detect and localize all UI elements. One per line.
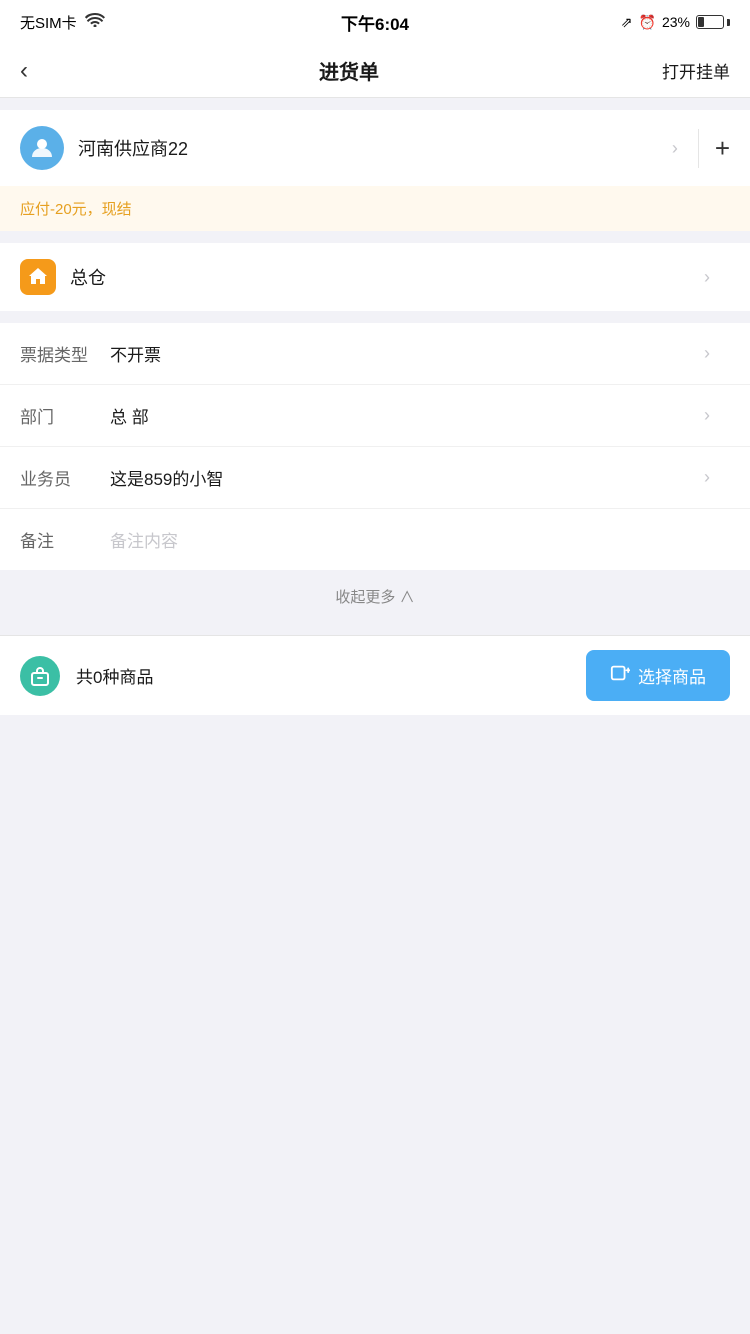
staff-label: 业务员 bbox=[20, 465, 110, 490]
alarm-icon: ⏰ bbox=[639, 14, 656, 31]
department-label: 部门 bbox=[20, 403, 110, 428]
battery-icon bbox=[696, 15, 730, 29]
section-gap-4 bbox=[0, 623, 750, 635]
staff-row[interactable]: 业务员 这是859的小智 › bbox=[0, 447, 750, 509]
staff-value: 这是859的小智 bbox=[110, 465, 704, 490]
form-section: 票据类型 不开票 › 部门 总 部 › 业务员 这是859的小智 › 备注 备注… bbox=[0, 323, 750, 570]
status-bar-time: 下午6:04 bbox=[341, 10, 409, 35]
page-footer bbox=[0, 715, 750, 995]
section-gap-1 bbox=[0, 98, 750, 110]
note-label: 备注 bbox=[20, 527, 110, 552]
department-row[interactable]: 部门 总 部 › bbox=[0, 385, 750, 447]
carrier-text: 无SIM卡 bbox=[20, 12, 77, 33]
product-count-icon bbox=[20, 656, 60, 696]
warehouse-row[interactable]: 总仓 › bbox=[0, 243, 750, 311]
department-value: 总 部 bbox=[110, 403, 704, 428]
select-product-button[interactable]: 选择商品 bbox=[586, 650, 730, 701]
ticket-type-value: 不开票 bbox=[110, 341, 704, 366]
supplier-avatar bbox=[20, 126, 64, 170]
warehouse-name: 总仓 bbox=[70, 264, 704, 290]
note-row[interactable]: 备注 备注内容 bbox=[0, 509, 750, 570]
warehouse-chevron-icon: › bbox=[704, 267, 710, 288]
supplier-section: 河南供应商22 › + 应付-20元，现结 bbox=[0, 110, 750, 231]
collapse-bar[interactable]: 收起更多 ∧ bbox=[0, 570, 750, 623]
status-bar-left: 无SIM卡 bbox=[20, 12, 105, 33]
staff-chevron-icon: › bbox=[704, 467, 710, 488]
ticket-type-label: 票据类型 bbox=[20, 341, 110, 366]
wifi-icon bbox=[85, 13, 105, 31]
status-bar-right: ⇗ ⏰ 23% bbox=[621, 14, 730, 31]
supplier-chevron-icon: › bbox=[672, 138, 678, 159]
product-count-text: 共0种商品 bbox=[76, 663, 570, 688]
notice-text: 应付-20元，现结 bbox=[20, 201, 132, 218]
ticket-type-row[interactable]: 票据类型 不开票 › bbox=[0, 323, 750, 385]
open-pending-button[interactable]: 打开挂单 bbox=[662, 58, 730, 83]
select-product-label: 选择商品 bbox=[638, 663, 706, 688]
bottom-bar: 共0种商品 选择商品 bbox=[0, 635, 750, 715]
supplier-name: 河南供应商22 bbox=[78, 135, 672, 161]
page-title: 进货单 bbox=[319, 56, 379, 85]
section-gap-2 bbox=[0, 231, 750, 243]
department-chevron-icon: › bbox=[704, 405, 710, 426]
add-button[interactable]: + bbox=[698, 129, 730, 168]
section-gap-3 bbox=[0, 311, 750, 323]
supplier-row[interactable]: 河南供应商22 › + bbox=[0, 110, 750, 186]
select-product-icon bbox=[610, 663, 630, 688]
back-button[interactable]: ‹ bbox=[20, 49, 36, 93]
warehouse-section: 总仓 › bbox=[0, 243, 750, 311]
note-input[interactable]: 备注内容 bbox=[110, 527, 730, 552]
collapse-label: 收起更多 ∧ bbox=[335, 589, 414, 606]
location-icon: ⇗ bbox=[621, 14, 633, 31]
nav-bar: ‹ 进货单 打开挂单 bbox=[0, 44, 750, 98]
warehouse-icon bbox=[20, 259, 56, 295]
battery-pct: 23% bbox=[662, 14, 690, 30]
notice-bar: 应付-20元，现结 bbox=[0, 186, 750, 231]
ticket-type-chevron-icon: › bbox=[704, 343, 710, 364]
status-bar: 无SIM卡 下午6:04 ⇗ ⏰ 23% bbox=[0, 0, 750, 44]
